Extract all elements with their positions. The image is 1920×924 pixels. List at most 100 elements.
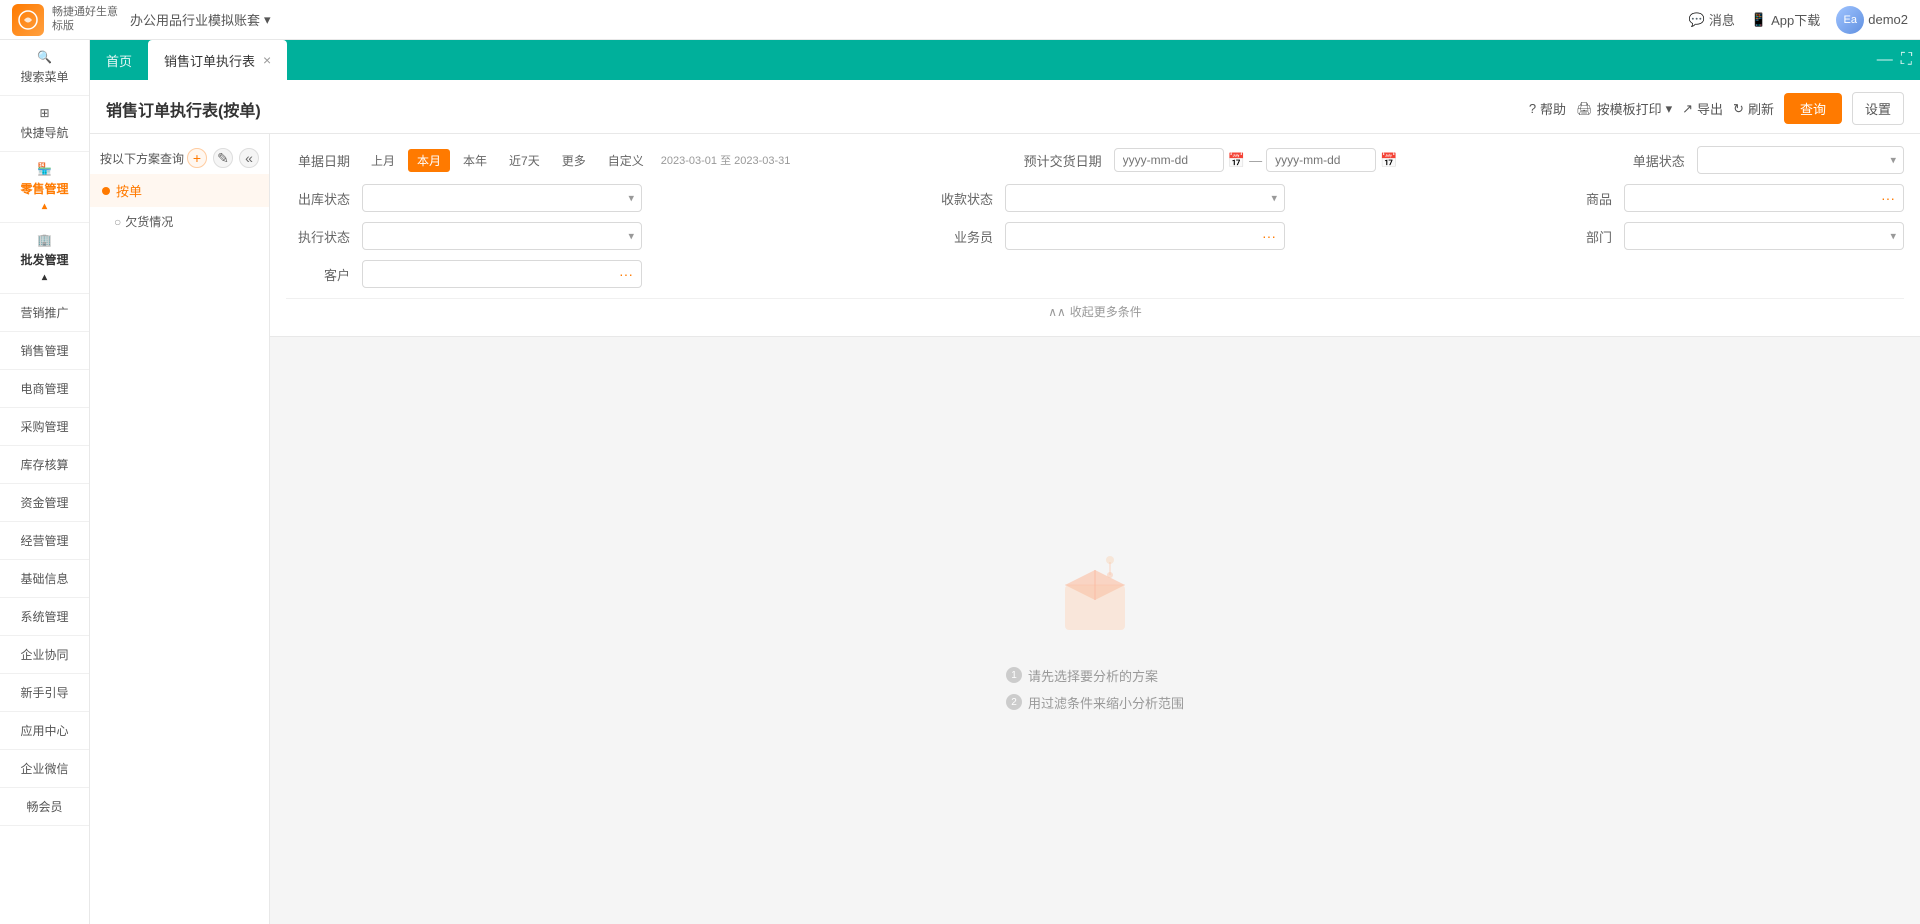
sidebar-item-purchase[interactable]: 采购管理 [0, 408, 89, 446]
plan-item-by-order[interactable]: 按单 [90, 174, 269, 207]
avatar: Ea [1836, 6, 1864, 34]
delivery-status-label: 出库状态 [286, 189, 350, 208]
refresh-button[interactable]: ↻ 刷新 [1733, 99, 1774, 118]
tab-home[interactable]: 首页 [90, 40, 148, 80]
sidebar-item-ecommerce[interactable]: 电商管理 [0, 370, 89, 408]
date-tab-7days[interactable]: 近7天 [500, 149, 549, 172]
edit-icon: ✎ [217, 150, 229, 167]
tab-close-icon[interactable]: × [263, 52, 271, 68]
left-panel-header: 按以下方案查询 + ✎ « [90, 142, 269, 174]
industry-selector[interactable]: 办公用品行业模拟账套 ▾ [130, 10, 271, 29]
sidebar-item-member[interactable]: 畅会员 [0, 788, 89, 826]
app-download-button[interactable]: 📱 App下载 [1751, 10, 1820, 29]
goods-field[interactable]: ··· [1624, 184, 1904, 212]
salesperson-more-icon[interactable]: ··· [1262, 228, 1276, 244]
sidebar-item-operation[interactable]: 经营管理 [0, 522, 89, 560]
status-label: 单据状态 [1629, 151, 1685, 170]
top-center: 办公用品行业模拟账套 ▾ [118, 10, 1689, 29]
empty-tip-1: 1 请先选择要分析的方案 [1006, 666, 1184, 685]
execution-status-select[interactable] [362, 222, 642, 250]
date-tab-last-month[interactable]: 上月 [362, 149, 404, 172]
sidebar-item-enterprise[interactable]: 企业协同 [0, 636, 89, 674]
message-icon: 💬 [1689, 12, 1705, 28]
plan-item-backorder[interactable]: ○ 欠货情况 [90, 207, 269, 236]
logo-icon [12, 4, 44, 36]
edit-plan-button[interactable]: ✎ [213, 148, 233, 168]
delivery-status-select[interactable] [362, 184, 642, 212]
wholesale-icon: 🏢 [37, 233, 52, 247]
customer-more-icon[interactable]: ··· [619, 266, 633, 282]
grid-icon: ⊞ [39, 106, 49, 120]
collapse-panel-button[interactable]: « [239, 148, 259, 168]
salesperson-field[interactable]: ··· [1005, 222, 1285, 250]
filter-section: 单据日期 上月 本月 本年 近7天 更多 自定义 2023-03-01 至 20… [270, 134, 1920, 337]
sidebar-item-wechat[interactable]: 企业微信 [0, 750, 89, 788]
status-select[interactable] [1697, 146, 1904, 174]
help-button[interactable]: ? 帮助 [1529, 99, 1566, 118]
calendar-to-icon[interactable]: 📅 [1380, 152, 1397, 169]
date-tab-this-month[interactable]: 本月 [408, 149, 450, 172]
settings-button[interactable]: 设置 [1852, 92, 1904, 125]
empty-tips: 1 请先选择要分析的方案 2 用过滤条件来缩小分析范围 [1006, 666, 1184, 712]
customer-field[interactable]: ··· [362, 260, 642, 288]
user-menu[interactable]: Ea demo2 [1836, 6, 1908, 34]
message-button[interactable]: 💬 消息 [1689, 10, 1735, 29]
expected-date-to[interactable] [1266, 148, 1376, 172]
expected-date-inputs: 📅 — 📅 [1114, 148, 1398, 172]
right-panel: 单据日期 上月 本月 本年 近7天 更多 自定义 2023-03-01 至 20… [270, 134, 1920, 924]
empty-state: 1 请先选择要分析的方案 2 用过滤条件来缩小分析范围 [270, 337, 1920, 924]
minimize-icon[interactable]: — [1877, 51, 1893, 69]
goods-more-icon[interactable]: ··· [1881, 190, 1895, 206]
sidebar-item-finance[interactable]: 资金管理 [0, 484, 89, 522]
delivery-status-wrapper [362, 184, 642, 212]
sidebar-item-basic[interactable]: 基础信息 [0, 560, 89, 598]
top-right: 💬 消息 📱 App下载 Ea demo2 [1689, 6, 1908, 34]
filter-row-2: 出库状态 收款状态 [286, 184, 1904, 212]
status-select-wrapper [1697, 146, 1904, 174]
sidebar-item-marketing[interactable]: 营销推广 [0, 294, 89, 332]
phone-icon: 📱 [1751, 12, 1767, 28]
export-button[interactable]: ↗ 导出 [1682, 99, 1723, 118]
execution-status-label: 执行状态 [286, 227, 350, 246]
expected-date-label: 预计交货日期 [1022, 151, 1102, 170]
plus-icon: + [193, 150, 201, 166]
date-tab-this-year[interactable]: 本年 [454, 149, 496, 172]
sidebar-item-retail[interactable]: 🏪 零售管理 ▴ [0, 152, 89, 223]
active-dot [102, 187, 110, 195]
collapse-button[interactable]: ∧∧ 收起更多条件 [1048, 303, 1142, 320]
tab-sales-order[interactable]: 销售订单执行表 × [148, 40, 287, 80]
maximize-icon[interactable]: ⛶ [1901, 51, 1912, 69]
sidebar-item-guide[interactable]: 新手引导 [0, 674, 89, 712]
payment-status-label: 收款状态 [929, 189, 993, 208]
payment-status-select[interactable] [1005, 184, 1285, 212]
date-tab-more[interactable]: 更多 [553, 149, 595, 172]
department-select[interactable] [1624, 222, 1904, 250]
search-icon: 🔍 [37, 50, 52, 64]
date-tabs: 上月 本月 本年 近7天 更多 自定义 2023-03-01 至 2023-03… [362, 149, 790, 172]
date-tab-custom[interactable]: 自定义 [599, 149, 653, 172]
sidebar-item-system[interactable]: 系统管理 [0, 598, 89, 636]
search-menu-item[interactable]: 🔍 搜索菜单 [0, 40, 89, 96]
date-label: 单据日期 [286, 151, 350, 170]
department-wrapper [1624, 222, 1904, 250]
page-header: 销售订单执行表(按单) ? 帮助 🖨 按模板打印 ▾ ↗ 导出 [90, 80, 1920, 134]
chevron-icon: ▴ [42, 201, 47, 212]
sidebar-item-wholesale[interactable]: 🏢 批发管理 ▴ [0, 223, 89, 294]
payment-status-wrapper [1005, 184, 1285, 212]
query-button[interactable]: 查询 [1784, 93, 1842, 124]
sidebar-item-sales[interactable]: 销售管理 [0, 332, 89, 370]
export-icon: ↗ [1682, 101, 1693, 117]
expected-date-from[interactable] [1114, 148, 1224, 172]
quick-nav-item[interactable]: ⊞ 快捷导航 [0, 96, 89, 152]
chevron-down-icon: ▾ [264, 12, 271, 28]
calendar-from-icon[interactable]: 📅 [1228, 152, 1245, 169]
content-area: 首页 销售订单执行表 × — ⛶ 销售订单执行表(按单) ? 帮助 [90, 40, 1920, 924]
top-bar: 畅捷通好生意 标版 办公用品行业模拟账套 ▾ 💬 消息 📱 App下载 Ea d… [0, 0, 1920, 40]
execution-status-wrapper [362, 222, 642, 250]
page-title: 销售订单执行表(按单) [106, 97, 261, 121]
sidebar-item-app[interactable]: 应用中心 [0, 712, 89, 750]
add-plan-button[interactable]: + [187, 148, 207, 168]
print-button[interactable]: 🖨 按模板打印 ▾ [1576, 99, 1672, 118]
empty-tip-2: 2 用过滤条件来缩小分析范围 [1006, 693, 1184, 712]
sidebar-item-inventory[interactable]: 库存核算 [0, 446, 89, 484]
